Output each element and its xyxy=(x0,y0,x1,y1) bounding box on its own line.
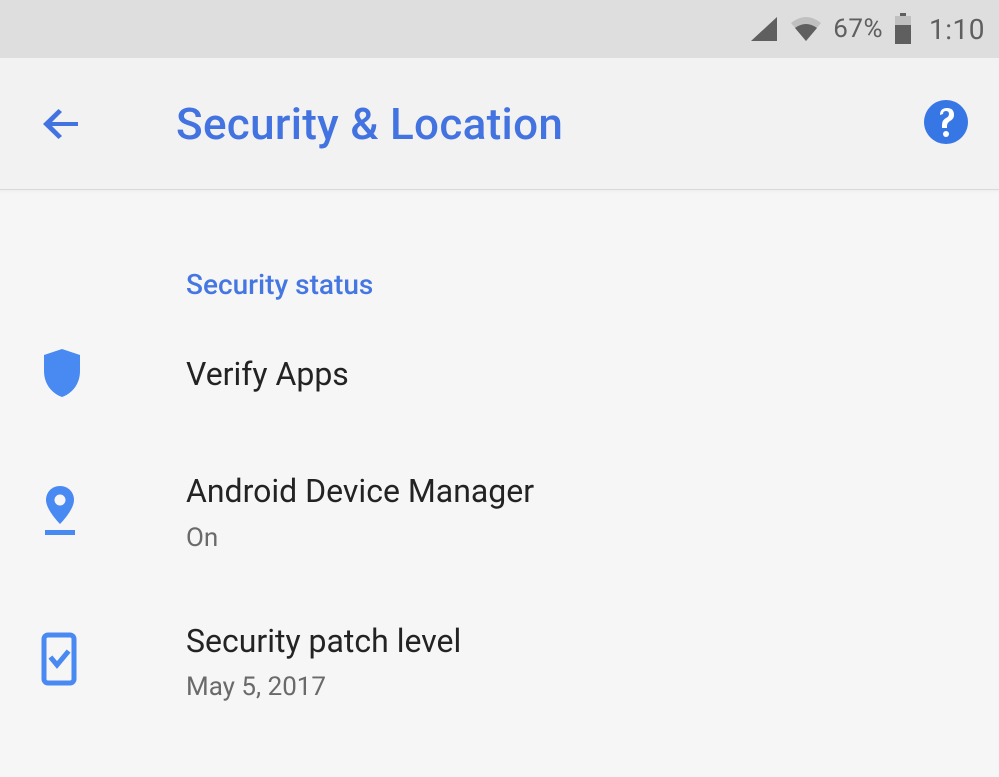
shield-icon xyxy=(40,347,84,403)
section-header-security-status: Security status xyxy=(0,250,999,313)
arrow-back-icon xyxy=(40,102,84,146)
settings-item-verify-apps[interactable]: Verify Apps xyxy=(0,313,999,437)
clock: 1:10 xyxy=(929,13,985,46)
wifi-icon xyxy=(789,15,823,43)
help-icon xyxy=(923,99,969,145)
item-title: Verify Apps xyxy=(186,354,959,396)
settings-item-patch-level[interactable]: Security patch level May 5, 2017 xyxy=(0,587,999,737)
phone-check-icon xyxy=(40,631,78,691)
battery-icon xyxy=(893,13,913,45)
item-subtitle: On xyxy=(186,523,959,553)
item-title: Security patch level xyxy=(186,621,959,663)
status-bar: 67% 1:10 xyxy=(0,0,999,58)
help-button[interactable] xyxy=(923,99,969,149)
app-bar: Security & Location xyxy=(0,58,999,190)
page-title: Security & Location xyxy=(176,98,563,150)
settings-item-device-manager[interactable]: Android Device Manager On xyxy=(0,437,999,587)
item-subtitle: May 5, 2017 xyxy=(186,672,959,702)
location-pin-icon xyxy=(40,482,80,542)
cell-signal-icon xyxy=(749,15,779,43)
settings-list: Security status Verify Apps Androi xyxy=(0,190,999,736)
back-button[interactable] xyxy=(40,102,96,146)
battery-percent: 67% xyxy=(833,14,883,44)
item-title: Android Device Manager xyxy=(186,471,959,513)
